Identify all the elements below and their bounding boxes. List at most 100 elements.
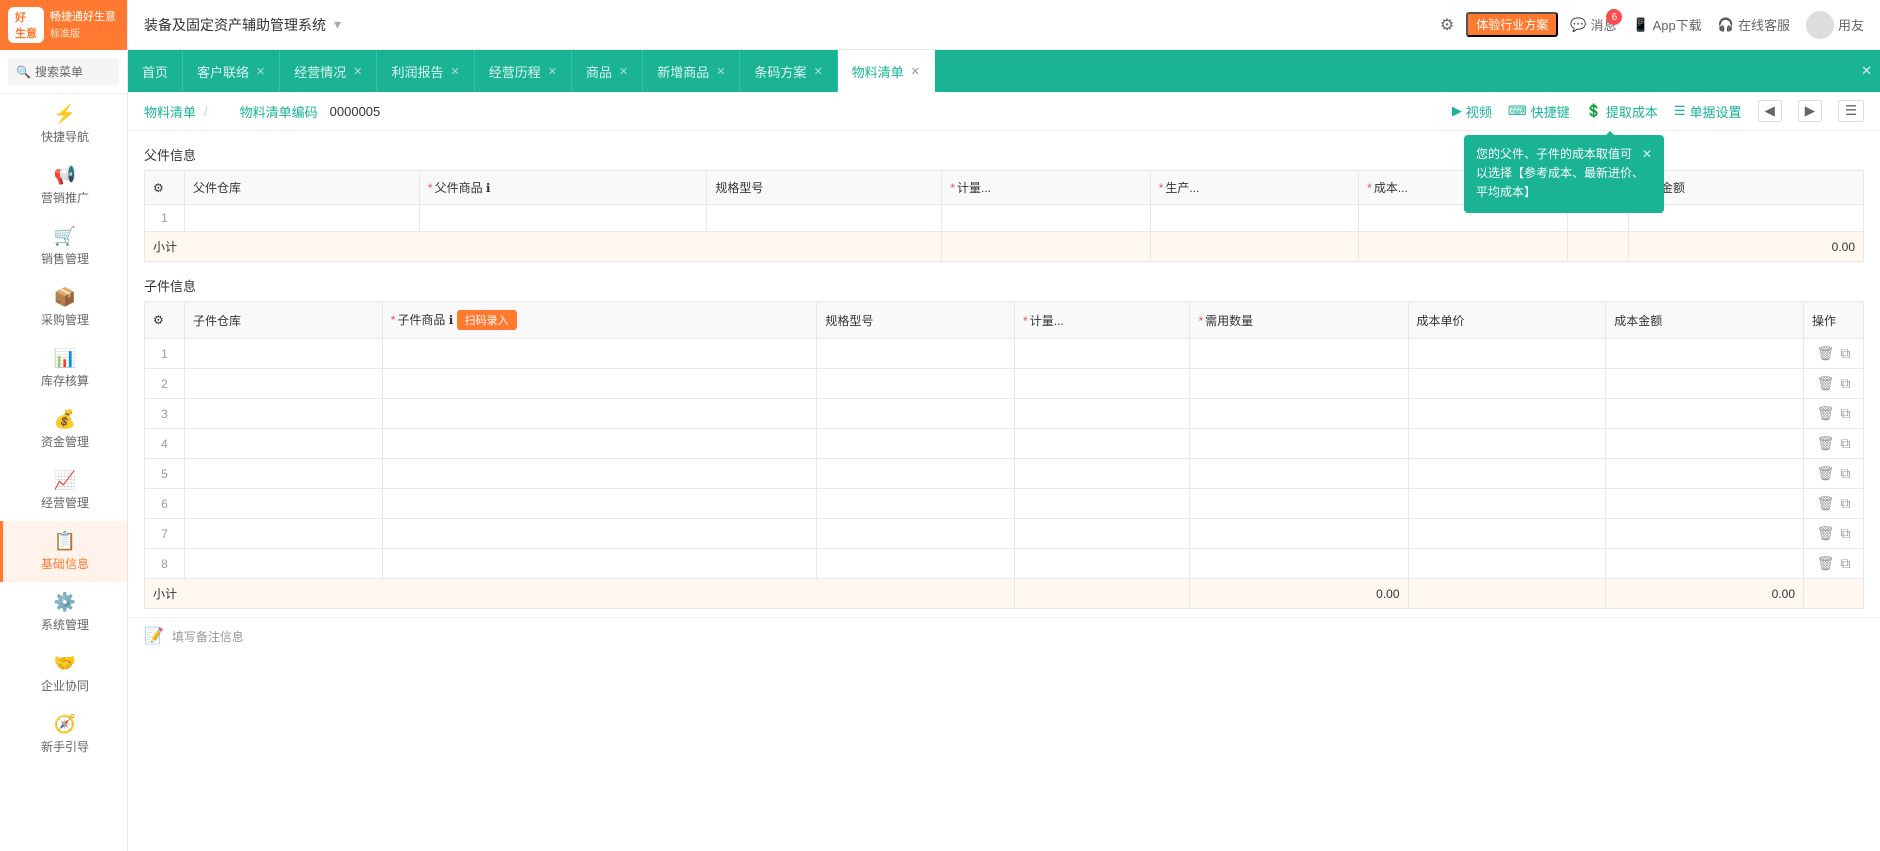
- sidebar-item-basic[interactable]: 📋 基础信息: [0, 521, 127, 582]
- child-table-row: 2 🗑⧉: [145, 369, 1864, 399]
- child-row5-delete-icon[interactable]: 🗑: [1817, 465, 1835, 482]
- bottom-hint[interactable]: 📝 填写备注信息: [128, 617, 1880, 654]
- parent-cell-produce[interactable]: [1150, 205, 1358, 232]
- child-row3-delete-icon[interactable]: 🗑: [1817, 405, 1835, 422]
- child-table-row: 8 🗑⧉: [145, 549, 1864, 579]
- tab-close-goods[interactable]: ✕: [619, 65, 628, 78]
- tab-profit[interactable]: 利润报告 ✕: [377, 50, 474, 92]
- tab-operation[interactable]: 经营情况 ✕: [280, 50, 377, 92]
- close-all-icon[interactable]: ✕: [1861, 63, 1872, 79]
- breadcrumb-parent[interactable]: 物料清单: [144, 102, 196, 121]
- sidebar-item-quicknav[interactable]: ⚡ 快捷导航: [0, 94, 127, 155]
- view-btn[interactable]: ▶ 视频: [1452, 102, 1492, 121]
- child-col-settings[interactable]: ⚙: [145, 302, 185, 339]
- online-service-btn[interactable]: 🎧 在线客服: [1718, 15, 1790, 34]
- tab-close-profit[interactable]: ✕: [451, 65, 460, 78]
- tab-customer[interactable]: 客户联络 ✕: [183, 50, 280, 92]
- nav-prev-btn[interactable]: ◀: [1758, 100, 1782, 122]
- sidebar-item-marketing[interactable]: 📢 营销推广: [0, 155, 127, 216]
- child-row2-goods[interactable]: [382, 369, 817, 399]
- marketing-icon: 📢: [54, 165, 76, 186]
- parent-cell-spec[interactable]: [707, 205, 942, 232]
- child-row2-unitprice[interactable]: [1408, 369, 1606, 399]
- message-icon: 💬: [1570, 17, 1586, 33]
- download-icon: 📱: [1632, 17, 1648, 33]
- parent-cell-goods[interactable]: [419, 205, 707, 232]
- child-row7-copy-icon[interactable]: ⧉: [1840, 525, 1850, 542]
- get-cost-btn[interactable]: 💲 提取成本: [1586, 102, 1658, 121]
- topbar-actions: 💬 消息 6 📱 App下载 🎧 在线客服 用友: [1570, 11, 1864, 39]
- parent-subtotal-qty: [942, 232, 1150, 262]
- parent-cell-warehouse[interactable]: [185, 205, 420, 232]
- sidebar-item-enterprise[interactable]: 🤝 企业协同: [0, 643, 127, 704]
- username-label: 用友: [1838, 15, 1864, 34]
- sidebar-item-operations[interactable]: 📈 经营管理: [0, 460, 127, 521]
- tab-barcode[interactable]: 条码方案 ✕: [740, 50, 837, 92]
- child-table-row: 3 🗑⧉: [145, 399, 1864, 429]
- child-row1-delete-icon[interactable]: 🗑: [1817, 345, 1835, 362]
- tab-close-history[interactable]: ✕: [548, 65, 557, 78]
- sidebar-item-guide[interactable]: 🧭 新手引导: [0, 704, 127, 765]
- tab-close-bom[interactable]: ✕: [911, 65, 920, 78]
- child-row6-copy-icon[interactable]: ⧉: [1840, 495, 1850, 512]
- child-row6-delete-icon[interactable]: 🗑: [1817, 495, 1835, 512]
- tab-close-customer[interactable]: ✕: [256, 65, 265, 78]
- child-row3-copy-icon[interactable]: ⧉: [1840, 405, 1850, 422]
- tooltip-close-icon[interactable]: ✕: [1642, 145, 1652, 164]
- message-btn[interactable]: 💬 消息 6: [1570, 15, 1616, 34]
- logo-text: 畅捷通好生意 标准版: [50, 10, 116, 39]
- view-mode-btn[interactable]: ☰: [1838, 100, 1864, 122]
- sidebar-item-finance[interactable]: 💰 资金管理: [0, 399, 127, 460]
- child-row1-amount: [1606, 339, 1804, 369]
- child-row2-delete-icon[interactable]: 🗑: [1817, 375, 1835, 392]
- child-row7-delete-icon[interactable]: 🗑: [1817, 525, 1835, 542]
- child-row8-copy-icon[interactable]: ⧉: [1840, 555, 1850, 572]
- scan-input-btn[interactable]: 扫码录入: [457, 310, 517, 330]
- child-row4-copy-icon[interactable]: ⧉: [1840, 435, 1850, 452]
- child-table-row: 5 🗑⧉: [145, 459, 1864, 489]
- search-menu-button[interactable]: 🔍 搜索菜单: [8, 58, 119, 85]
- experience-btn[interactable]: 体验行业方案: [1466, 12, 1558, 37]
- sidebar-item-inventory[interactable]: 📊 库存核算: [0, 338, 127, 399]
- child-row4-delete-icon[interactable]: 🗑: [1817, 435, 1835, 452]
- child-row2-spec[interactable]: [817, 369, 1015, 399]
- parent-subtotal-empty3: [1567, 232, 1628, 262]
- sidebar: 好生意 畅捷通好生意 标准版 🔍 搜索菜单 ⚡ 快捷导航 📢 营销推广 🛒 销售…: [0, 0, 128, 851]
- sidebar-item-system[interactable]: ⚙️ 系统管理: [0, 582, 127, 643]
- tab-new-goods[interactable]: 新增商品 ✕: [643, 50, 740, 92]
- tab-close-operation[interactable]: ✕: [353, 65, 362, 78]
- parent-cell-unit[interactable]: [942, 205, 1150, 232]
- sidebar-item-sales[interactable]: 🛒 销售管理: [0, 216, 127, 277]
- child-row1-spec[interactable]: [817, 339, 1015, 369]
- child-row1-copy-icon[interactable]: ⧉: [1840, 345, 1850, 362]
- parent-col-settings[interactable]: ⚙: [145, 171, 185, 205]
- user-menu[interactable]: 用友: [1806, 11, 1864, 39]
- sidebar-item-purchase[interactable]: 📦 采购管理: [0, 277, 127, 338]
- child-row1-warehouse[interactable]: [185, 339, 383, 369]
- tab-close-new-goods[interactable]: ✕: [716, 65, 725, 78]
- tab-close-barcode[interactable]: ✕: [813, 65, 822, 78]
- sidebar-search-area: 🔍 搜索菜单: [0, 50, 127, 94]
- tab-history[interactable]: 经营历程 ✕: [475, 50, 572, 92]
- breadcrumb-bar: 物料清单 / 物料清单编码 0000005 ▶ 视频 ⌨ 快捷键 💲: [128, 92, 1880, 131]
- tab-bom[interactable]: 物料清单 ✕: [838, 50, 935, 92]
- child-row5-copy-icon[interactable]: ⧉: [1840, 465, 1850, 482]
- child-row2-qty[interactable]: [1190, 369, 1408, 399]
- single-setting-btn[interactable]: ☰ 单据设置: [1674, 102, 1742, 121]
- child-row8-delete-icon[interactable]: 🗑: [1817, 555, 1835, 572]
- child-row1-unitprice[interactable]: [1408, 339, 1606, 369]
- child-row2-unit[interactable]: [1015, 369, 1190, 399]
- nav-next-btn[interactable]: ▶: [1798, 100, 1822, 122]
- app-download-btn[interactable]: 📱 App下载: [1632, 15, 1701, 34]
- child-row1-goods[interactable]: [382, 339, 817, 369]
- child-row2-warehouse[interactable]: [185, 369, 383, 399]
- settings-icon[interactable]: ⚙: [1440, 15, 1454, 35]
- shortcut-btn[interactable]: ⌨ 快捷键: [1508, 102, 1570, 121]
- tab-home[interactable]: 首页: [128, 50, 183, 92]
- tab-goods[interactable]: 商品 ✕: [572, 50, 643, 92]
- child-row2-copy-icon[interactable]: ⧉: [1840, 375, 1850, 392]
- dropdown-icon: ▾: [334, 16, 341, 33]
- parent-subtotal-row: 小计 0.00: [145, 232, 1864, 262]
- child-row1-unit[interactable]: [1015, 339, 1190, 369]
- child-row1-qty[interactable]: [1190, 339, 1408, 369]
